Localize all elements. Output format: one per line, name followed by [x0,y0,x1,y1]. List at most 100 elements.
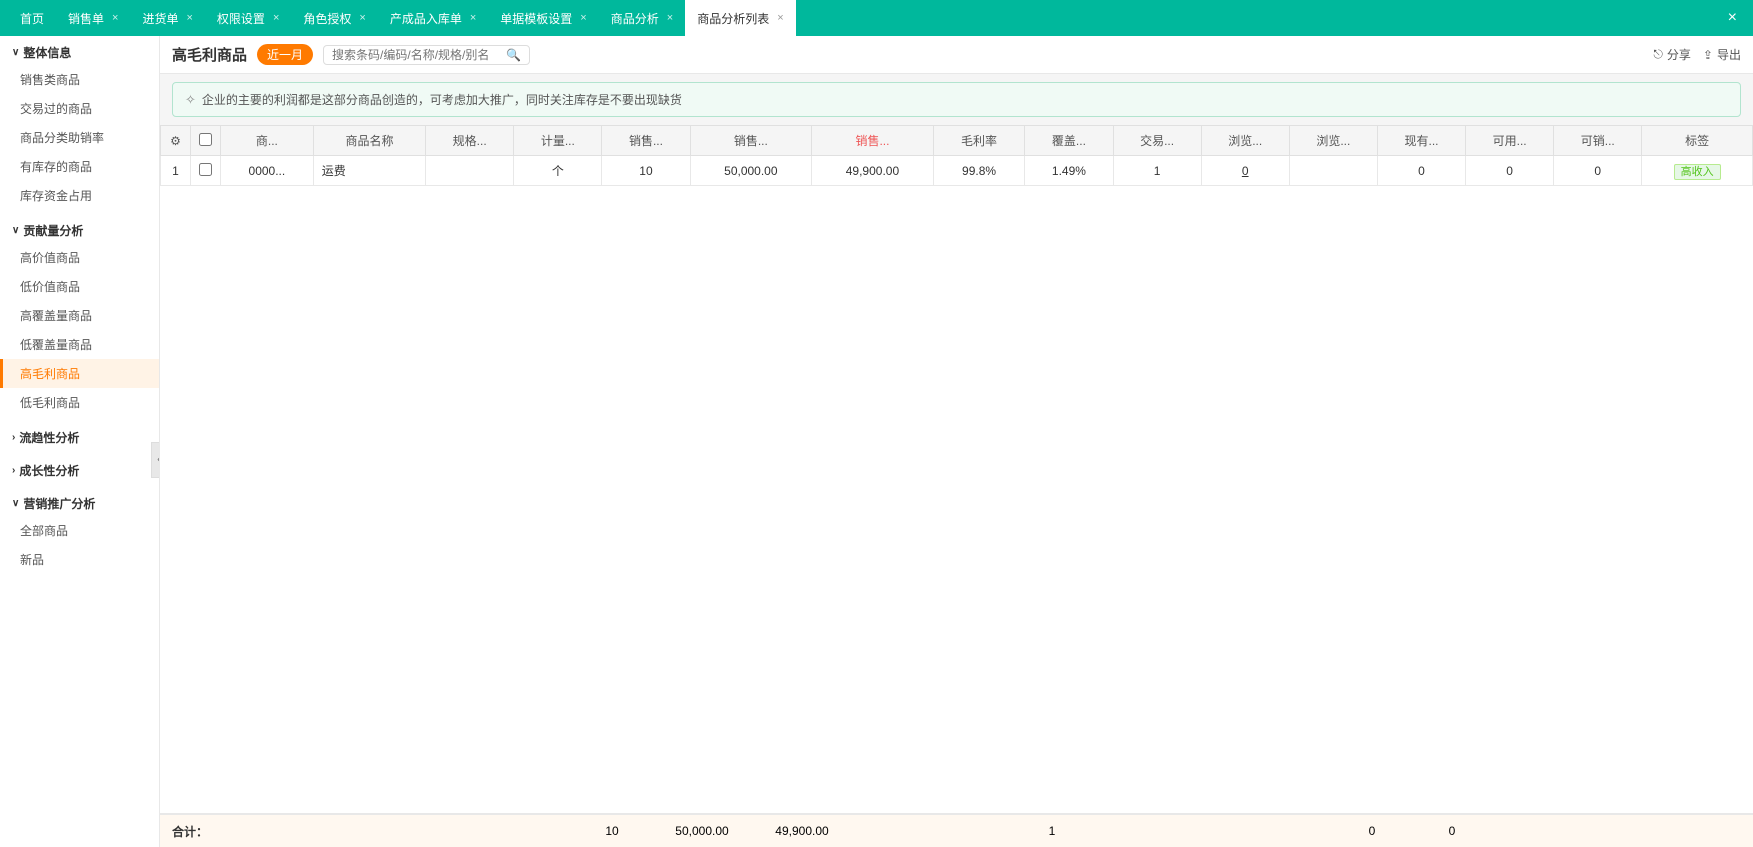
sidebar-group-trend-title[interactable]: › 流趋性分析 [0,421,159,450]
col-unit[interactable]: 计量... [514,126,602,156]
search-input[interactable] [332,48,502,62]
cell-sale-amount: 50,000.00 [690,156,812,186]
content-area: 高毛利商品 近一月 🔍 ⎋ 分享 ⇪ 导出 ✧ 企业的主要的利润都是这部分商品创… [160,36,1753,847]
sidebar-item-capital[interactable]: 库存资金占用 [0,181,159,210]
cell-available-stock: 0 [1466,156,1554,186]
col-trade-count[interactable]: 交易... [1113,126,1201,156]
close-roles-tab[interactable]: × [359,13,365,24]
close-analysis-list-tab[interactable]: × [777,13,783,24]
sidebar-item-low-value[interactable]: 低价值商品 [0,272,159,301]
footer-sale-profit: 49,900.00 [752,824,852,838]
nav-item-analysis-list[interactable]: 商品分析列表 × [685,0,795,36]
sidebar-item-low-margin[interactable]: 低毛利商品 [0,388,159,417]
sidebar-group-overview-title[interactable]: ∨ 整体信息 [0,36,159,65]
cell-current-stock: 0 [1377,156,1465,186]
col-code[interactable]: 商... [221,126,314,156]
data-table: ⚙ 商... 商品名称 规格... 计量... 销售... 销售... 销售..… [160,125,1753,186]
col-browse1[interactable]: 浏览... [1201,126,1289,156]
cell-gross-rate: 99.8% [933,156,1025,186]
table-footer: 合计： 10 50,000.00 49,900.00 1 0 0 [160,813,1753,847]
sidebar-item-new-goods[interactable]: 新品 [0,545,159,574]
export-icon: ⇪ [1703,48,1713,62]
sidebar-group-marketing: ∨ 营销推广分析 全部商品 新品 [0,487,159,574]
col-tag[interactable]: 标签 [1642,126,1753,156]
cell-trade-count: 1 [1113,156,1201,186]
arrow-down-icon-2: ∨ [12,225,19,236]
sidebar-item-high-value[interactable]: 高价值商品 [0,243,159,272]
table-header-row: ⚙ 商... 商品名称 规格... 计量... 销售... 销售... 销售..… [161,126,1753,156]
sidebar-group-growth-title[interactable]: › 成长性分析 [0,454,159,483]
sidebar-item-all-goods[interactable]: 全部商品 [0,516,159,545]
close-template-tab[interactable]: × [580,13,586,24]
sidebar-group-marketing-title[interactable]: ∨ 营销推广分析 [0,487,159,516]
arrow-right-icon: › [12,432,15,443]
nav-item-home[interactable]: 首页 [8,0,56,36]
sidebar-item-traded-goods[interactable]: 交易过的商品 [0,94,159,123]
col-spec[interactable]: 规格... [426,126,514,156]
close-products-tab[interactable]: × [470,13,476,24]
col-sale-profit[interactable]: 销售... [812,126,934,156]
arrow-right-icon-2: › [12,465,15,476]
share-button[interactable]: ⎋ 分享 [1653,46,1691,63]
top-navigation: 首页 销售单 × 进货单 × 权限设置 × 角色授权 × 产成品入库单 × 单据… [0,0,1753,36]
col-available-stock[interactable]: 可用... [1466,126,1554,156]
col-name[interactable]: 商品名称 [313,126,425,156]
close-permissions-tab[interactable]: × [273,13,279,24]
nav-item-sales[interactable]: 销售单 × [56,0,130,36]
table-body: 1 0000... 运费 个 10 50,000.00 49,900.00 99… [161,156,1753,186]
close-purchase-tab[interactable]: × [186,13,192,24]
footer-label: 合计： [172,823,232,840]
cell-checkbox[interactable] [191,156,221,186]
export-button[interactable]: ⇪ 导出 [1703,46,1741,63]
content-header: 高毛利商品 近一月 🔍 ⎋ 分享 ⇪ 导出 [160,36,1753,74]
cell-browse1[interactable]: 0 [1201,156,1289,186]
sidebar-item-low-coverage[interactable]: 低覆盖量商品 [0,330,159,359]
info-text: 企业的主要的利润都是这部分商品创造的，可考虑加大推广，同时关注库存是不要出现缺货 [202,91,682,108]
sidebar-group-trend: › 流趋性分析 [0,421,159,450]
footer-sale-amount: 50,000.00 [652,824,752,838]
sidebar-item-category-rate[interactable]: 商品分类助销率 [0,123,159,152]
col-sale-amount[interactable]: 销售... [690,126,812,156]
col-browse2[interactable]: 浏览... [1289,126,1377,156]
cell-sale-profit: 49,900.00 [812,156,934,186]
nav-item-roles[interactable]: 角色授权 × [291,0,377,36]
nav-item-template[interactable]: 单据模板设置 × [488,0,598,36]
cell-code: 0000... [221,156,314,186]
footer-available-stock: 0 [1332,824,1412,838]
nav-item-permissions[interactable]: 权限设置 × [205,0,291,36]
sidebar-group-contribution: ∨ 贡献量分析 高价值商品 低价值商品 高覆盖量商品 低覆盖量商品 高毛利商品 … [0,214,159,417]
sidebar-item-high-coverage[interactable]: 高覆盖量商品 [0,301,159,330]
data-table-container[interactable]: ⚙ 商... 商品名称 规格... 计量... 销售... 销售... 销售..… [160,125,1753,813]
cell-saleable-stock: 0 [1554,156,1642,186]
header-actions: ⎋ 分享 ⇪ 导出 [1653,46,1741,63]
info-banner: ✧ 企业的主要的利润都是这部分商品创造的，可考虑加大推广，同时关注库存是不要出现… [172,82,1741,117]
cell-name: 运费 [313,156,425,186]
col-coverage[interactable]: 覆盖... [1025,126,1113,156]
search-icon[interactable]: 🔍 [506,48,521,62]
select-all-checkbox[interactable] [199,133,212,146]
col-gross-rate[interactable]: 毛利率 [933,126,1025,156]
info-icon: ✧ [185,92,196,108]
nav-item-purchase[interactable]: 进货单 × [130,0,204,36]
cell-unit: 个 [514,156,602,186]
search-box: 🔍 [323,45,530,65]
sidebar-item-in-stock[interactable]: 有库存的商品 [0,152,159,181]
sidebar-item-sales-goods[interactable]: 销售类商品 [0,65,159,94]
col-saleable-stock[interactable]: 可销... [1554,126,1642,156]
col-current-stock[interactable]: 现有... [1377,126,1465,156]
close-all-tabs[interactable]: × [1720,9,1745,27]
sidebar-collapse-button[interactable]: « [151,442,160,478]
col-checkbox[interactable] [191,126,221,156]
close-analysis-tab[interactable]: × [667,13,673,24]
col-sale-qty[interactable]: 销售... [602,126,690,156]
sidebar-item-high-margin[interactable]: 高毛利商品 [0,359,159,388]
share-icon: ⎋ [1653,47,1663,62]
close-sales-tab[interactable]: × [112,13,118,24]
col-settings[interactable]: ⚙ [161,126,191,156]
footer-saleable-stock: 0 [1412,824,1492,838]
page-title: 高毛利商品 [172,44,247,65]
sidebar-group-contribution-title[interactable]: ∨ 贡献量分析 [0,214,159,243]
nav-item-analysis[interactable]: 商品分析 × [599,0,685,36]
nav-item-products[interactable]: 产成品入库单 × [378,0,488,36]
period-button[interactable]: 近一月 [257,44,313,65]
